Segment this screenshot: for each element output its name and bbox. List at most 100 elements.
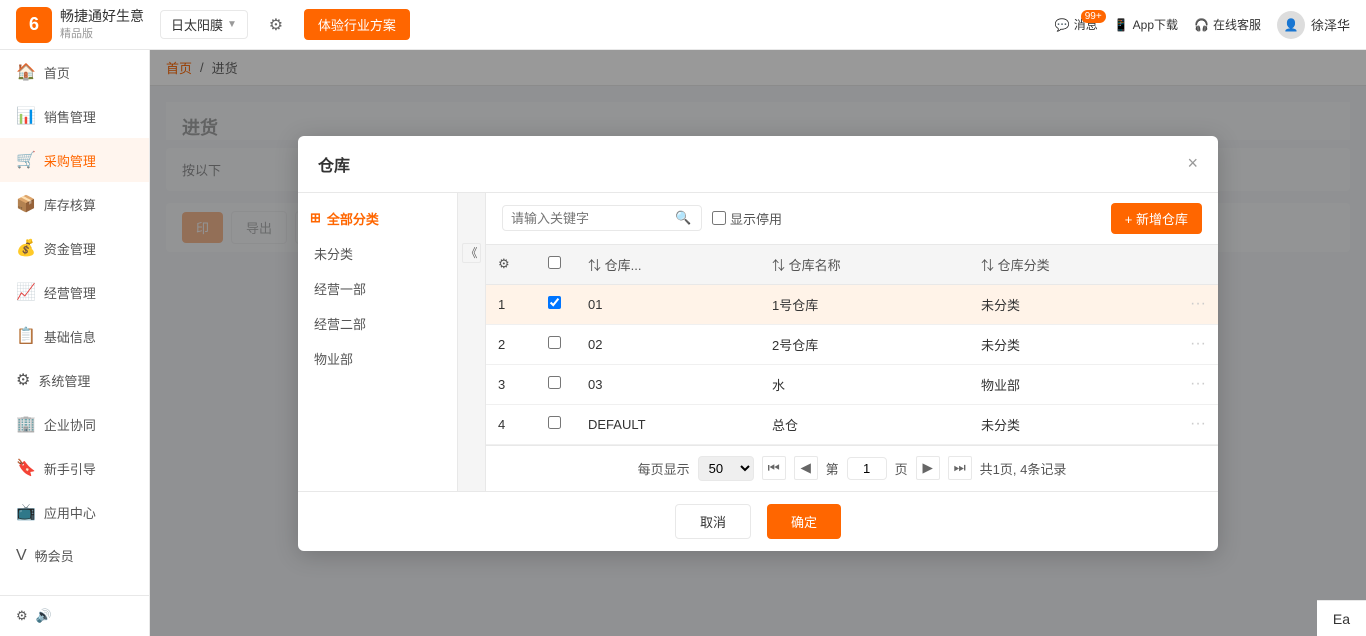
sidebar-item-operation[interactable]: 📈 经营管理 (0, 270, 149, 314)
page-number-input[interactable] (847, 457, 887, 480)
row-code: DEFAULT (576, 404, 760, 444)
col-code-header: ⇅ 仓库... (576, 245, 760, 285)
category-item-dept2[interactable]: 经营二部 (298, 306, 457, 341)
top-header: 6 畅捷通好生意 精品版 日太阳膜 ▼ ⚙ 体验行业方案 💬 99+ 消息 📱 … (0, 0, 1366, 50)
row-actions-cell[interactable]: ··· (1178, 364, 1218, 404)
search-icon[interactable]: 🔍 (675, 210, 691, 226)
guide-icon: 🔖 (16, 458, 36, 478)
sidebar-item-guide[interactable]: 🔖 新手引导 (0, 446, 149, 490)
category-all[interactable]: ⊞ 全部分类 (298, 201, 457, 236)
warehouse-dialog: 仓库 × ⊞ 全部分类 未分类 经营一部 经营二部 物业部 (298, 136, 1218, 551)
row-more-icon[interactable]: ··· (1190, 375, 1206, 392)
confirm-button[interactable]: 确定 (767, 504, 841, 539)
row-actions-cell[interactable]: ··· (1178, 324, 1218, 364)
row-more-icon[interactable]: ··· (1190, 415, 1206, 432)
sidebar-settings[interactable]: ⚙ 🔊 (0, 596, 149, 636)
brand-text: 畅捷通好生意 精品版 (60, 8, 144, 41)
sidebar-item-system[interactable]: ⚙ 系统管理 (0, 358, 149, 402)
row-category: 未分类 (969, 404, 1178, 444)
row-seq: 2 (486, 324, 536, 364)
row-code: 03 (576, 364, 760, 404)
row-checkbox-cell[interactable] (536, 324, 576, 364)
row-actions-cell[interactable]: ··· (1178, 284, 1218, 324)
sidebar-item-member[interactable]: V 畅会员 (0, 534, 149, 577)
basic-icon: 📋 (16, 326, 36, 346)
status-bar: Ea (1317, 600, 1366, 636)
sidebar-item-home[interactable]: 🏠 首页 (0, 50, 149, 94)
message-icon-item[interactable]: 💬 99+ 消息 (1055, 16, 1098, 33)
app-logo: 6 (16, 7, 52, 43)
row-checkbox[interactable] (548, 416, 561, 429)
close-icon[interactable]: × (1187, 153, 1198, 174)
row-actions-cell[interactable]: ··· (1178, 404, 1218, 444)
search-input[interactable] (511, 211, 671, 226)
row-name: 2号仓库 (760, 324, 969, 364)
table-row[interactable]: 1 01 1号仓库 未分类 ··· (486, 284, 1218, 324)
column-settings-icon[interactable]: ⚙ (498, 256, 510, 271)
mobile-icon: 📱 (1114, 18, 1129, 32)
row-more-icon[interactable]: ··· (1190, 335, 1206, 352)
row-category: 未分类 (969, 284, 1178, 324)
row-checkbox[interactable] (548, 336, 561, 349)
sidebar-item-inventory[interactable]: 📦 库存核算 (0, 182, 149, 226)
message-icon: 💬 (1055, 18, 1070, 32)
trial-button[interactable]: 体验行业方案 (304, 9, 410, 40)
operation-icon: 📈 (16, 282, 36, 302)
dialog-body: ⊞ 全部分类 未分类 经营一部 经营二部 物业部 《 (298, 193, 1218, 491)
table-row[interactable]: 3 03 水 物业部 ··· (486, 364, 1218, 404)
row-code: 01 (576, 284, 760, 324)
col-name-header: ⇅ 仓库名称 (760, 245, 969, 285)
sidebar: 🏠 首页 📊 销售管理 🛒 采购管理 📦 库存核算 💰 资金管理 📈 经营管理 … (0, 50, 150, 636)
table-row[interactable]: 2 02 2号仓库 未分类 ··· (486, 324, 1218, 364)
sidebar-item-app-center[interactable]: 📺 应用中心 (0, 490, 149, 534)
row-checkbox[interactable] (548, 296, 561, 309)
show-disabled-option: 显示停用 (712, 209, 782, 228)
main-layout: 🏠 首页 📊 销售管理 🛒 采购管理 📦 库存核算 💰 资金管理 📈 经营管理 … (0, 50, 1366, 636)
sidebar-item-finance[interactable]: 💰 资金管理 (0, 226, 149, 270)
row-checkbox-cell[interactable] (536, 364, 576, 404)
dialog-header: 仓库 × (298, 136, 1218, 193)
row-name: 水 (760, 364, 969, 404)
pagination: 每页显示 50 10 20 100 ⏮ ◀ 第 页 (486, 445, 1218, 491)
app-download-item[interactable]: 📱 App下载 (1114, 16, 1178, 33)
sidebar-item-purchase[interactable]: 🛒 采购管理 (0, 138, 149, 182)
last-page-button[interactable]: ⏭ (948, 456, 972, 480)
next-page-button[interactable]: ▶ (916, 456, 940, 480)
sidebar-bottom: ⚙ 🔊 (0, 595, 149, 636)
sidebar-item-basic[interactable]: 📋 基础信息 (0, 314, 149, 358)
first-page-button[interactable]: ⏮ (762, 456, 786, 480)
sidebar-item-enterprise[interactable]: 🏢 企业协同 (0, 402, 149, 446)
collapse-panel-button[interactable]: 《 (462, 243, 481, 263)
warehouse-table: ⚙ ⇅ 仓库... (486, 245, 1218, 445)
show-disabled-checkbox[interactable] (712, 211, 726, 225)
add-warehouse-button[interactable]: + 新增仓库 (1111, 203, 1202, 234)
search-box[interactable]: 🔍 (502, 205, 702, 231)
enterprise-icon: 🏢 (16, 414, 36, 434)
logo-area: 6 畅捷通好生意 精品版 (16, 7, 144, 43)
row-checkbox-cell[interactable] (536, 404, 576, 444)
dialog-footer: 取消 确定 (298, 491, 1218, 551)
category-item-property[interactable]: 物业部 (298, 341, 457, 376)
cancel-button[interactable]: 取消 (675, 504, 751, 539)
table-header-row: ⚙ ⇅ 仓库... (486, 245, 1218, 285)
col-actions-header (1178, 245, 1218, 285)
settings-icon[interactable]: ⚙ (260, 9, 292, 41)
content-area: 首页 / 进货 进货 按以下 印 导出 刷新 查询 设置 (150, 50, 1366, 636)
category-item-dept1[interactable]: 经营一部 (298, 271, 457, 306)
row-checkbox[interactable] (548, 376, 561, 389)
row-checkbox-cell[interactable] (536, 284, 576, 324)
user-area[interactable]: 👤 徐泽华 (1277, 11, 1350, 39)
row-more-icon[interactable]: ··· (1190, 295, 1206, 312)
prev-page-button[interactable]: ◀ (794, 456, 818, 480)
customer-service-item[interactable]: 🎧 在线客服 (1194, 16, 1261, 33)
grid-icon: ⊞ (310, 210, 321, 226)
table-row[interactable]: 4 DEFAULT 总仓 未分类 ··· (486, 404, 1218, 444)
category-item-uncategorized[interactable]: 未分类 (298, 236, 457, 271)
header-right: 💬 99+ 消息 📱 App下载 🎧 在线客服 👤 徐泽华 (1055, 11, 1350, 39)
per-page-select[interactable]: 50 10 20 100 (698, 456, 754, 481)
modal-overlay: 仓库 × ⊞ 全部分类 未分类 经营一部 经营二部 物业部 (150, 50, 1366, 636)
row-seq: 1 (486, 284, 536, 324)
select-all-checkbox[interactable] (548, 256, 561, 269)
sidebar-item-sales[interactable]: 📊 销售管理 (0, 94, 149, 138)
store-selector[interactable]: 日太阳膜 ▼ (160, 10, 248, 39)
